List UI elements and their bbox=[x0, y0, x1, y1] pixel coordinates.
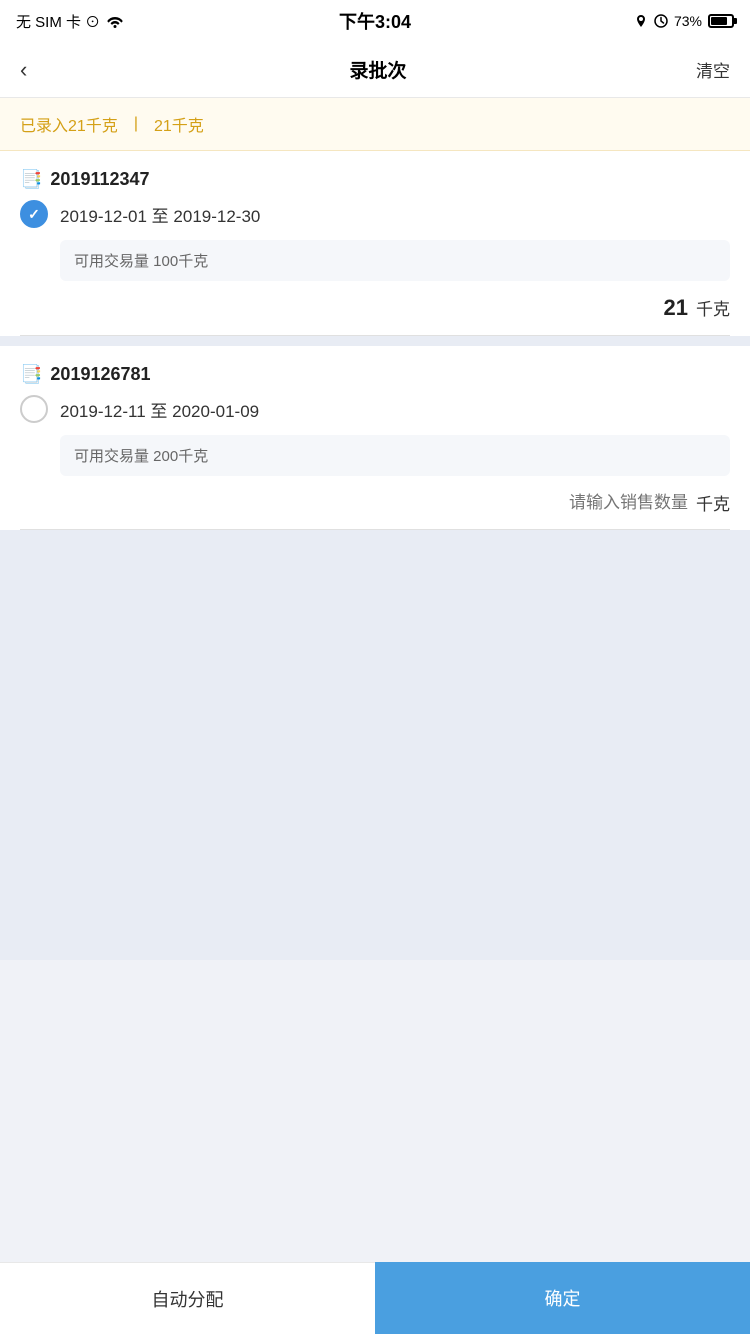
batch-card-1: 📑 2019112347 2019-12-01 至 2019-12-30 可用交… bbox=[0, 151, 750, 336]
status-bar: 无 SIM 卡 ⊙ 下午3:04 73% bbox=[0, 0, 750, 42]
bottom-buttons: 自动分配 确定 bbox=[0, 1262, 750, 1334]
radio-2[interactable] bbox=[20, 395, 48, 423]
batch-id-1: 2019112347 bbox=[50, 169, 149, 190]
batch-header-2: 📑 2019126781 bbox=[20, 364, 730, 385]
avail-box-1: 可用交易量 100千克 bbox=[60, 240, 730, 281]
summary-divider: | bbox=[134, 115, 138, 133]
back-button[interactable]: ‹ bbox=[20, 57, 60, 83]
nav-bar: ‹ 录批次 清空 bbox=[0, 42, 750, 98]
input-row-2: 千克 bbox=[0, 476, 750, 529]
battery-percent: 73% bbox=[674, 13, 702, 29]
batch-card-2: 📑 2019126781 2019-12-11 至 2020-01-09 可用交… bbox=[0, 346, 750, 530]
batch-date-row-2: 2019-12-11 至 2020-01-09 bbox=[20, 395, 730, 423]
empty-area bbox=[0, 530, 750, 960]
status-right: 73% bbox=[634, 13, 734, 29]
page-title: 录批次 bbox=[349, 56, 406, 83]
status-left: 无 SIM 卡 ⊙ bbox=[16, 11, 124, 32]
battery-icon bbox=[708, 14, 734, 28]
confirm-button[interactable]: 确定 bbox=[375, 1262, 750, 1334]
summary-label: 已录入21千克 bbox=[20, 112, 118, 136]
amount-unit-1: 千克 bbox=[696, 295, 730, 320]
avail-box-2: 可用交易量 200千克 bbox=[60, 435, 730, 476]
clear-button[interactable]: 清空 bbox=[696, 57, 730, 82]
batch-item-1: 📑 2019112347 2019-12-01 至 2019-12-30 可用交… bbox=[0, 151, 750, 281]
batch-date-1: 2019-12-01 至 2019-12-30 bbox=[60, 202, 260, 227]
qty-input-2[interactable] bbox=[528, 493, 688, 513]
batch-id-2: 2019126781 bbox=[50, 364, 150, 385]
radio-1[interactable] bbox=[20, 200, 48, 228]
batch-date-row-1: 2019-12-01 至 2019-12-30 bbox=[20, 200, 730, 228]
clock-icon bbox=[654, 14, 668, 28]
summary-bar: 已录入21千克 | 21千克 bbox=[0, 98, 750, 151]
amount-value-1: 21 bbox=[664, 295, 688, 321]
wifi-icon bbox=[106, 14, 124, 28]
batch-header-1: 📑 2019112347 bbox=[20, 169, 730, 190]
batch-item-2: 📑 2019126781 2019-12-11 至 2020-01-09 可用交… bbox=[0, 346, 750, 476]
batch-date-2: 2019-12-11 至 2020-01-09 bbox=[60, 397, 259, 422]
summary-value: 21千克 bbox=[154, 112, 204, 136]
auto-distribute-button[interactable]: 自动分配 bbox=[0, 1262, 375, 1334]
doc-icon-2: 📑 bbox=[20, 364, 42, 385]
sim-label: 无 SIM 卡 ⊙ bbox=[16, 11, 100, 32]
status-time: 下午3:04 bbox=[339, 8, 411, 34]
doc-icon-1: 📑 bbox=[20, 169, 42, 190]
location-icon bbox=[634, 14, 648, 28]
section-separator bbox=[0, 336, 750, 346]
amount-row-1: 21 千克 bbox=[0, 281, 750, 335]
input-unit-2: 千克 bbox=[696, 490, 730, 515]
